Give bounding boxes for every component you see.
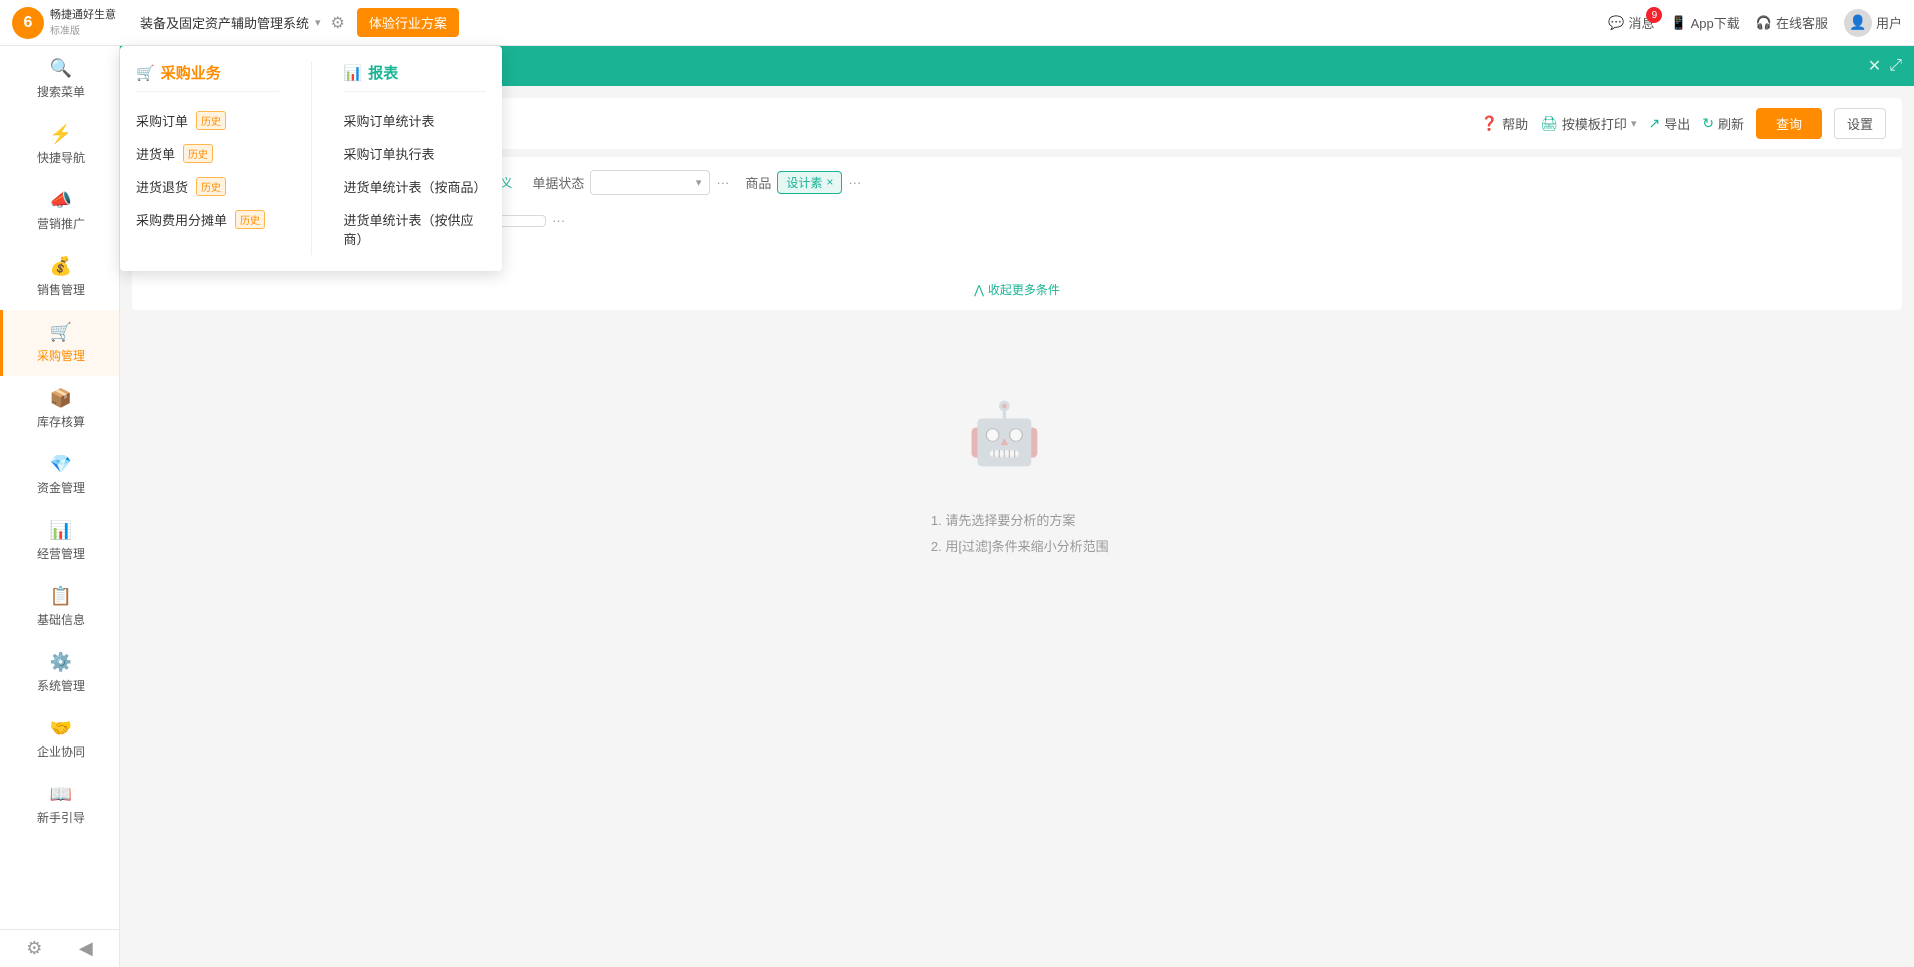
refresh-btn[interactable]: ↻ 刷新 <box>1702 114 1744 133</box>
hist-badge-purchase-expense: 历史 <box>235 210 265 229</box>
sidebar-item-purchase[interactable]: 🛒 采购管理 <box>0 310 119 376</box>
print-icon: 🖨 <box>1540 115 1558 132</box>
tab-maximize-btn[interactable]: ⤢ <box>1889 57 1902 75</box>
settings-small-btn[interactable]: 设置 <box>1834 108 1886 139</box>
basic-icon: 📋 <box>50 586 72 607</box>
menu-item-goods-return[interactable]: 进货退货 历史 <box>136 170 279 203</box>
collapse-arrow-icon: ⋀ <box>974 283 984 297</box>
online-service-btn[interactable]: 🎧 在线客服 <box>1756 13 1828 32</box>
export-btn[interactable]: ↗ 导出 <box>1648 114 1690 133</box>
sidebar-item-operation[interactable]: 📊 经营管理 <box>0 508 119 574</box>
product-tag: 设计素 × <box>777 171 842 194</box>
menu-item-purchase-expense[interactable]: 采购费用分摊单 历史 <box>136 203 279 236</box>
query-btn[interactable]: 查询 <box>1756 108 1822 139</box>
tab-bar-actions: ✕ ⤢ <box>1868 56 1914 76</box>
doc-status-filter: 单据状态 ▾ ··· <box>532 170 729 195</box>
user-avatar: 👤 <box>1844 9 1872 37</box>
empty-robot-icon: 🤖 <box>967 400 1042 467</box>
product-filter: 商品 设计素 × ··· <box>745 171 861 194</box>
menu-section-purchase: 🛒 采购业务 采购订单 历史 进货单 历史 进货退货 历史 采购费用分摊单 历史 <box>136 62 279 255</box>
marketing-icon: 📣 <box>50 190 72 211</box>
sidebar-item-basic[interactable]: 📋 基础信息 <box>0 574 119 640</box>
menu-item-purchase-order[interactable]: 采购订单 历史 <box>136 104 279 137</box>
sidebar-bottom: ⚙ ◀ <box>0 929 119 967</box>
report-section-title: 📊 报表 <box>344 62 487 92</box>
hist-badge-purchase-order: 历史 <box>196 111 226 130</box>
sidebar-collapse-btn[interactable]: ◀ <box>79 938 93 959</box>
empty-state: 🤖 请先选择要分析的方案 用[过滤]条件来缩小分析范围 <box>132 318 1902 640</box>
report-menu-icon: 📊 <box>344 64 363 82</box>
system-icon: ⚙️ <box>50 652 72 673</box>
sidebar-item-inventory[interactable]: 📦 库存核算 <box>0 376 119 442</box>
message-badge: 9 <box>1646 7 1662 23</box>
sidebar-item-enterprise[interactable]: 🤝 企业协同 <box>0 706 119 772</box>
purchase-icon: 🛒 <box>50 322 72 343</box>
sidebar-item-finance[interactable]: 💎 资金管理 <box>0 442 119 508</box>
empty-icon: 🤖 <box>967 398 1067 488</box>
sidebar-item-guide[interactable]: 📖 新手引导 <box>0 772 119 838</box>
enterprise-icon: 🤝 <box>50 718 72 739</box>
doc-status-more[interactable]: ··· <box>716 175 729 190</box>
app-logo-icon: 6 <box>12 7 44 39</box>
doc-status-select[interactable]: ▾ <box>590 170 710 195</box>
hist-badge-goods-return: 历史 <box>196 177 226 196</box>
finance-icon: 💎 <box>50 454 72 475</box>
search-icon: 🔍 <box>50 58 72 79</box>
system-dropdown-arrow[interactable]: ▾ <box>315 16 321 29</box>
message-btn[interactable]: 💬 消息 9 <box>1608 13 1654 32</box>
sidebar-item-marketing[interactable]: 📣 营销推广 <box>0 178 119 244</box>
guide-icon: 📖 <box>50 784 72 805</box>
system-title: 装备及固定资产辅助管理系统 ▾ ⚙ <box>140 13 345 33</box>
hist-badge-goods-receipt: 历史 <box>183 144 213 163</box>
inventory-icon: 📦 <box>50 388 72 409</box>
top-header: 6 畅捷通好生意 标准版 装备及固定资产辅助管理系统 ▾ ⚙ 体验行业方案 💬 … <box>0 0 1914 46</box>
salesperson-more[interactable]: ··· <box>552 213 565 228</box>
product-tag-close[interactable]: × <box>826 175 833 189</box>
empty-tips: 请先选择要分析的方案 用[过滤]条件来缩小分析范围 <box>925 508 1108 560</box>
message-icon: 💬 <box>1608 15 1624 31</box>
sidebar-item-quick-nav[interactable]: ⚡ 快捷导航 <box>0 112 119 178</box>
sidebar: 🔍 搜索菜单 ⚡ 快捷导航 📣 营销推广 💰 销售管理 🛒 采购管理 📦 库存核… <box>0 46 120 967</box>
header-right: 💬 消息 9 📱 App下载 🎧 在线客服 👤 用户 <box>1608 9 1902 37</box>
menu-section-report: 📊 报表 采购订单统计表 采购订单执行表 进货单统计表（按商品） 进货单统计表（… <box>344 62 487 255</box>
collapse-btn[interactable]: ⋀ 收起更多条件 <box>148 275 1886 298</box>
user-menu-btn[interactable]: 👤 用户 <box>1844 9 1902 37</box>
system-settings-icon[interactable]: ⚙ <box>331 13 345 33</box>
app-download-btn[interactable]: 📱 App下载 <box>1670 13 1739 32</box>
product-more[interactable]: ··· <box>848 175 861 190</box>
headset-icon: 🎧 <box>1756 15 1772 31</box>
phone-icon: 📱 <box>1670 15 1686 31</box>
sales-icon: 💰 <box>50 256 72 277</box>
industry-btn[interactable]: 体验行业方案 <box>357 8 459 37</box>
logo-text: 畅捷通好生意 标准版 <box>50 8 116 37</box>
doc-status-dropdown-icon: ▾ <box>696 176 702 189</box>
sidebar-item-sales[interactable]: 💰 销售管理 <box>0 244 119 310</box>
help-btn[interactable]: ❓ 帮助 <box>1481 114 1528 133</box>
help-icon: ❓ <box>1481 115 1498 132</box>
purchase-section-title: 🛒 采购业务 <box>136 62 279 92</box>
dropdown-menu: 🛒 采购业务 采购订单 历史 进货单 历史 进货退货 历史 采购费用分摊单 历史… <box>120 46 502 271</box>
menu-item-goods-receipt-by-product[interactable]: 进货单统计表（按商品） <box>344 170 487 203</box>
menu-item-purchase-order-exec[interactable]: 采购订单执行表 <box>344 137 487 170</box>
purchase-menu-icon: 🛒 <box>136 64 155 82</box>
operation-icon: 📊 <box>50 520 72 541</box>
sidebar-item-search[interactable]: 🔍 搜索菜单 <box>0 46 119 112</box>
print-btn[interactable]: 🖨 按模板打印 ▾ <box>1540 114 1636 133</box>
menu-item-purchase-order-stat[interactable]: 采购订单统计表 <box>344 104 487 137</box>
print-dropdown-icon[interactable]: ▾ <box>1631 117 1637 130</box>
sidebar-item-system[interactable]: ⚙️ 系统管理 <box>0 640 119 706</box>
refresh-icon: ↻ <box>1702 115 1714 132</box>
export-icon: ↗ <box>1648 115 1660 132</box>
logo-area: 6 畅捷通好生意 标准版 <box>12 7 132 39</box>
menu-divider <box>311 62 312 255</box>
menu-item-goods-receipt-by-supplier[interactable]: 进货单统计表（按供应商） <box>344 203 487 255</box>
tab-close-window-btn[interactable]: ✕ <box>1868 56 1881 76</box>
menu-item-goods-receipt[interactable]: 进货单 历史 <box>136 137 279 170</box>
quick-nav-icon: ⚡ <box>50 124 72 145</box>
sidebar-settings-btn[interactable]: ⚙ <box>26 938 42 959</box>
